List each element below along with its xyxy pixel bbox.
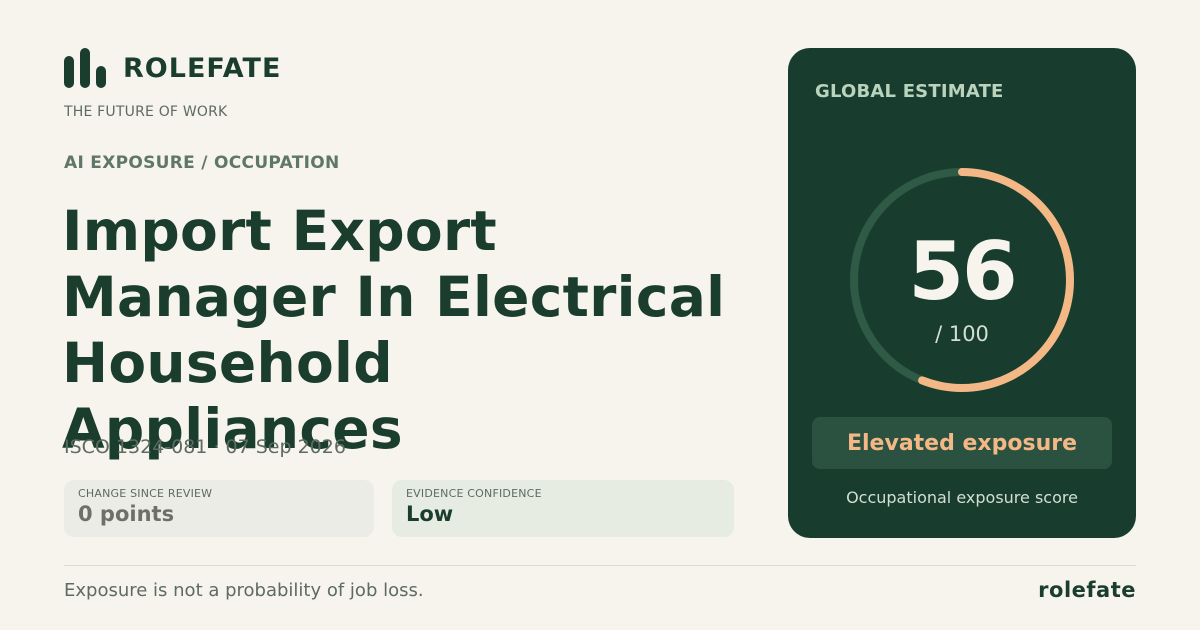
stat-value: 0 points <box>78 502 175 526</box>
share-card: ROLEFATE THE FUTURE OF WORK AI EXPOSURE … <box>0 0 1200 630</box>
footer-brand: rolefate <box>1038 578 1136 602</box>
exposure-level-badge: Elevated exposure <box>812 417 1112 469</box>
brand-name: ROLEFATE <box>123 52 282 84</box>
score-caption: Occupational exposure score <box>846 488 1078 507</box>
stat-label: CHANGE SINCE REVIEW <box>78 487 213 500</box>
stat-value: Low <box>406 502 454 526</box>
score-max: / 100 <box>935 322 989 346</box>
bar-chart-logo-icon <box>64 48 106 88</box>
footer-divider <box>64 565 1136 566</box>
occupation-meta: ISCO 1324-081 · 07 Sep 2026 <box>64 436 346 458</box>
change-since-review-stat: CHANGE SINCE REVIEW 0 points <box>64 480 374 537</box>
score-card-label: GLOBAL ESTIMATE <box>815 81 1004 102</box>
stat-label: EVIDENCE CONFIDENCE <box>406 487 542 500</box>
disclaimer: Exposure is not a probability of job los… <box>64 580 424 601</box>
evidence-confidence-stat: EVIDENCE CONFIDENCE Low <box>392 480 734 537</box>
category-label: AI EXPOSURE / OCCUPATION <box>64 153 340 173</box>
occupation-title: Import Export Manager In Electrical Hous… <box>62 199 726 461</box>
brand: ROLEFATE <box>64 48 281 88</box>
score-value: 56 <box>908 225 1017 318</box>
brand-tagline: THE FUTURE OF WORK <box>64 104 228 120</box>
score-card: GLOBAL ESTIMATE 56 / 100 Elevated exposu… <box>788 48 1136 538</box>
